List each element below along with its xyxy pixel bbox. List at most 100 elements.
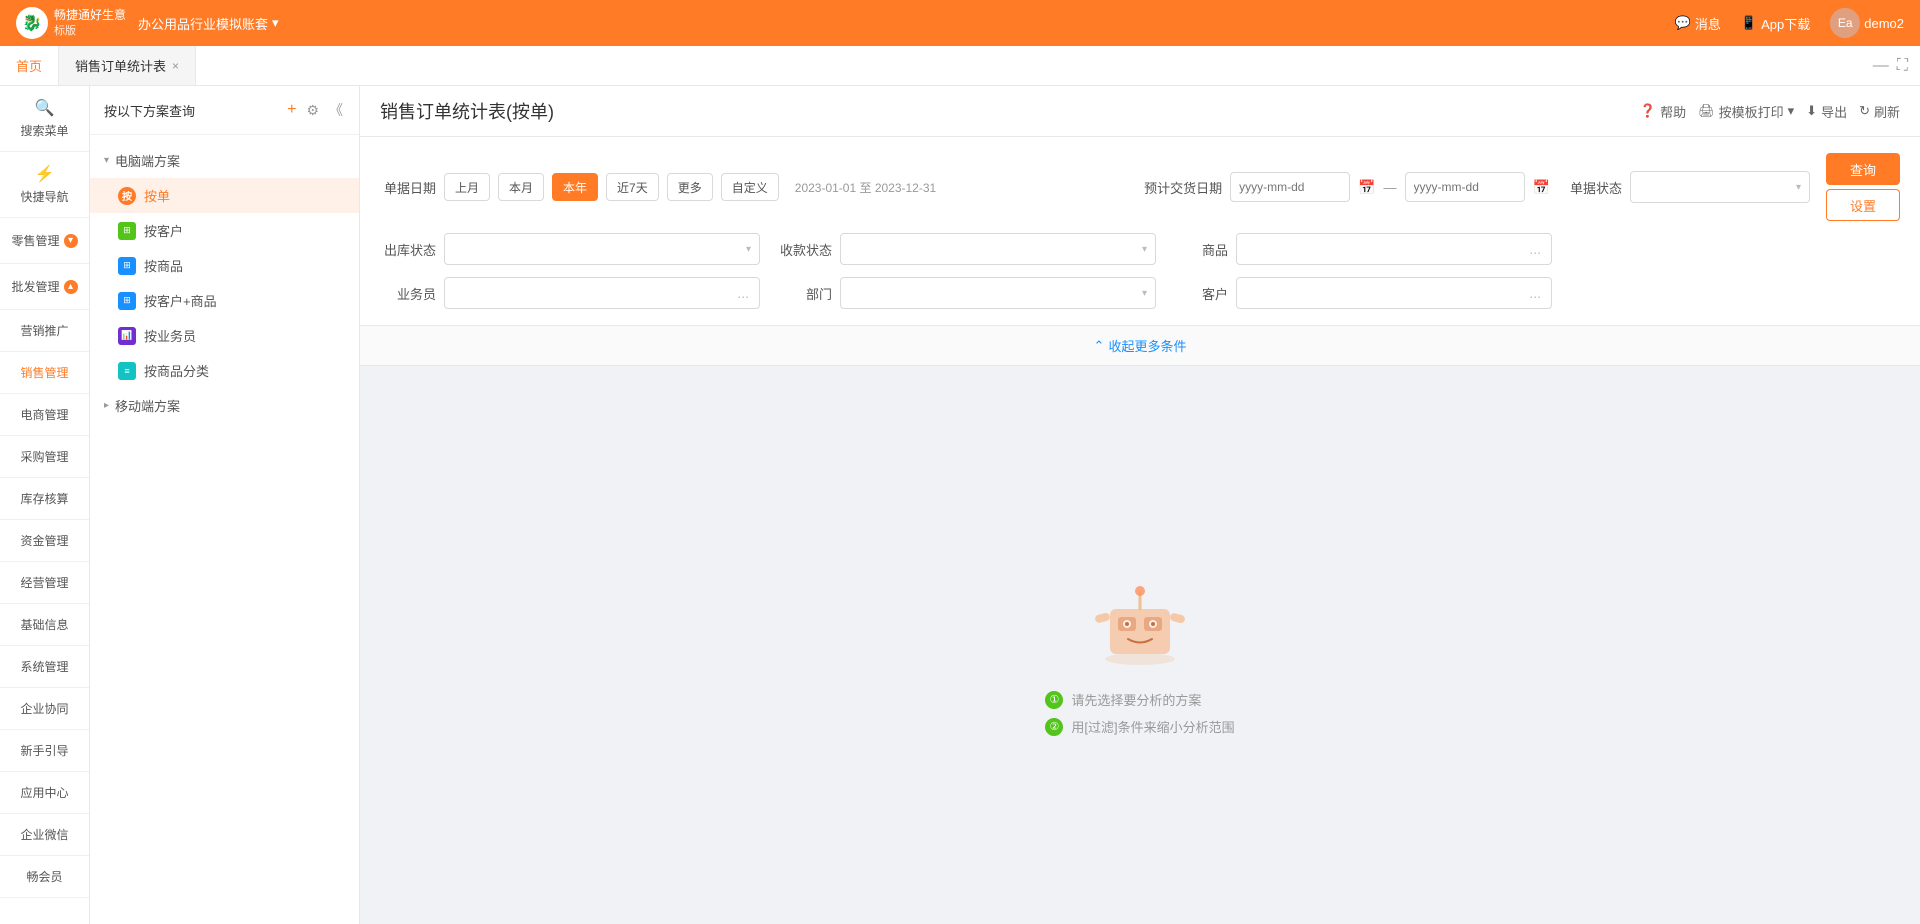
- single-status-dropdown[interactable]: ▾: [1630, 171, 1810, 203]
- product-dots[interactable]: ...: [1529, 241, 1541, 257]
- scheme-panel: 按以下方案查询 + ⚙ 《 ▾ 电脑端方案 按: [90, 86, 360, 924]
- filter-area: 单据日期 上月 本月 本年 近7天 更多 自定义 2023-01-0: [360, 137, 1920, 326]
- template-print-label: 按模板打印: [1719, 102, 1784, 121]
- by-category-label: 按商品分类: [144, 361, 209, 380]
- sidebar-item-marketing[interactable]: 营销推广: [0, 310, 89, 352]
- scheme-collapse-btn[interactable]: 《: [327, 98, 345, 122]
- by-product-label: 按商品: [144, 256, 183, 275]
- sidebar-item-sales[interactable]: 销售管理: [0, 352, 89, 394]
- sidebar-item-sys-mgmt[interactable]: 系统管理: [0, 646, 89, 688]
- sidebar-item-new-guide[interactable]: 新手引导: [0, 730, 89, 772]
- query-btn[interactable]: 查询: [1826, 153, 1900, 185]
- department-select[interactable]: ▾: [840, 277, 1156, 309]
- main-area: 🔍 搜索菜单 ⚡ 快捷导航 零售管理 ▾ 批发管理 ▴ 营销推广 销售管理: [0, 86, 1920, 924]
- filter-settings-btn[interactable]: 设置: [1826, 189, 1900, 221]
- sidebar-item-finance[interactable]: 资金管理: [0, 520, 89, 562]
- help-btn[interactable]: ❓ 帮助: [1640, 102, 1686, 121]
- sidebar-enterprise-label: 企业协同: [20, 700, 68, 717]
- salesperson-field: 业务员 ...: [380, 277, 760, 309]
- predict-start-cal-icon[interactable]: 📅: [1358, 179, 1375, 196]
- predict-end-cal-icon[interactable]: 📅: [1533, 179, 1550, 196]
- page-header-actions: ❓ 帮助 🖨 按模板打印 ▾ ⬇ 导出 ↻: [1640, 102, 1900, 121]
- page-header: 销售订单统计表(按单) ❓ 帮助 🖨 按模板打印 ▾ ⬇: [360, 86, 1920, 137]
- scheme-item-by-category[interactable]: ≡ 按商品分类: [90, 353, 359, 388]
- sidebar-finance-label: 资金管理: [20, 532, 68, 549]
- sidebar-item-quick-nav[interactable]: ⚡ 快捷导航: [0, 152, 89, 218]
- pay-status-dropdown[interactable]: ▾: [840, 233, 1156, 265]
- empty-tips: ① 请先选择要分析的方案 ② 用[过滤]条件来缩小分析范围: [1045, 690, 1234, 736]
- sidebar-item-members[interactable]: 畅会员: [0, 856, 89, 898]
- sidebar-item-app-center[interactable]: 应用中心: [0, 772, 89, 814]
- tab-maximize-btn[interactable]: ⛶: [1897, 57, 1908, 75]
- pay-status-select[interactable]: ▾: [840, 233, 1156, 265]
- salesperson-input[interactable]: ...: [444, 277, 760, 309]
- by-customer-icon: ⊞: [118, 222, 136, 240]
- export-label: 导出: [1821, 102, 1847, 121]
- collapse-bar[interactable]: ⌃ 收起更多条件: [360, 326, 1920, 366]
- ship-status-select[interactable]: ▾: [444, 233, 760, 265]
- curr-year-btn[interactable]: 本年: [552, 173, 598, 201]
- sidebar-item-ecommerce[interactable]: 电商管理: [0, 394, 89, 436]
- department-dropdown[interactable]: ▾: [840, 277, 1156, 309]
- customer-dots[interactable]: ...: [1529, 285, 1541, 301]
- prev-month-btn[interactable]: 上月: [444, 173, 490, 201]
- product-input[interactable]: ...: [1236, 233, 1552, 265]
- salesperson-dots[interactable]: ...: [737, 285, 749, 301]
- company-selector[interactable]: 办公用品行业模拟账套 ▾: [138, 14, 279, 33]
- salesperson-label: 业务员: [380, 284, 436, 303]
- scheme-item-by-customer-product[interactable]: ⊞ 按客户+商品: [90, 283, 359, 318]
- app-download-btn[interactable]: 📱 App下载: [1741, 14, 1810, 33]
- predict-end-date-input[interactable]: [1405, 172, 1525, 202]
- recent-seven-btn[interactable]: 近7天: [606, 173, 659, 201]
- scheme-panel-header: 按以下方案查询 + ⚙ 《: [90, 86, 359, 135]
- tab-sales-stats-label: 销售订单统计表: [75, 56, 166, 75]
- top-bar: 🐉 畅捷通好生意 标版 办公用品行业模拟账套 ▾ 💬 消息 📱 App下载: [0, 0, 1920, 46]
- ship-status-dropdown[interactable]: ▾: [444, 233, 760, 265]
- predict-date-field: 预计交货日期 📅 — 📅: [1144, 172, 1550, 202]
- sidebar-item-wholesale[interactable]: 批发管理 ▴: [0, 264, 89, 310]
- action-col: 查询 设置: [1826, 153, 1900, 221]
- print-icon: 🖨: [1698, 103, 1715, 119]
- scheme-add-btn[interactable]: +: [285, 98, 298, 122]
- sidebar-item-basic-info[interactable]: 基础信息: [0, 604, 89, 646]
- scheme-group-mobile-header[interactable]: ▸ 移动端方案: [90, 388, 359, 423]
- custom-date-btn[interactable]: 自定义: [721, 173, 779, 201]
- tab-home[interactable]: 首页: [0, 46, 59, 85]
- scheme-item-by-product[interactable]: ⊞ 按商品: [90, 248, 359, 283]
- tab-close-btn[interactable]: ×: [172, 59, 179, 73]
- sidebar-item-purchase[interactable]: 采购管理: [0, 436, 89, 478]
- customer-input[interactable]: ...: [1236, 277, 1552, 309]
- template-print-btn[interactable]: 🖨 按模板打印 ▾: [1698, 102, 1794, 121]
- single-status-select[interactable]: ▾: [1630, 171, 1810, 203]
- scheme-item-by-order[interactable]: 按 按单: [90, 178, 359, 213]
- scheme-group-pc-header[interactable]: ▾ 电脑端方案: [90, 143, 359, 178]
- single-date-label: 单据日期: [380, 178, 436, 197]
- scheme-list: ▾ 电脑端方案 按 按单 ⊞ 按客户 ⊞ 按商品: [90, 135, 359, 431]
- predict-start-date-input[interactable]: [1230, 172, 1350, 202]
- sidebar-item-enterprise[interactable]: 企业协同: [0, 688, 89, 730]
- curr-month-btn[interactable]: 本月: [498, 173, 544, 201]
- scheme-item-by-salesperson[interactable]: 📊 按业务员: [90, 318, 359, 353]
- tab-minimize-btn[interactable]: —: [1873, 57, 1889, 75]
- message-btn[interactable]: 💬 消息: [1675, 14, 1721, 33]
- empty-tip-1: ① 请先选择要分析的方案: [1045, 690, 1234, 709]
- more-date-btn[interactable]: 更多: [667, 173, 713, 201]
- logo-symbol: 🐉: [22, 13, 42, 33]
- sidebar-item-retail[interactable]: 零售管理 ▾: [0, 218, 89, 264]
- sidebar-item-inventory[interactable]: 库存核算: [0, 478, 89, 520]
- sidebar-item-enterprise-wechat[interactable]: 企业微信: [0, 814, 89, 856]
- refresh-btn[interactable]: ↻ 刷新: [1859, 102, 1900, 121]
- export-btn[interactable]: ⬇ 导出: [1806, 102, 1847, 121]
- collapse-text: ⌃ 收起更多条件: [1094, 336, 1187, 355]
- sidebar-item-operation[interactable]: 经营管理: [0, 562, 89, 604]
- scheme-settings-btn[interactable]: ⚙: [304, 98, 321, 122]
- user-area[interactable]: Ea demo2: [1830, 8, 1904, 38]
- avatar-text: Ea: [1838, 16, 1853, 30]
- tab-sales-stats[interactable]: 销售订单统计表 ×: [59, 46, 196, 85]
- sidebar-marketing-label: 营销推广: [20, 322, 68, 339]
- scheme-item-by-customer[interactable]: ⊞ 按客户: [90, 213, 359, 248]
- empty-svg: [1080, 554, 1200, 674]
- sidebar-members-label: 畅会员: [26, 868, 62, 885]
- sidebar-app-center-label: 应用中心: [20, 784, 68, 801]
- sidebar-item-search-menu[interactable]: 🔍 搜索菜单: [0, 86, 89, 152]
